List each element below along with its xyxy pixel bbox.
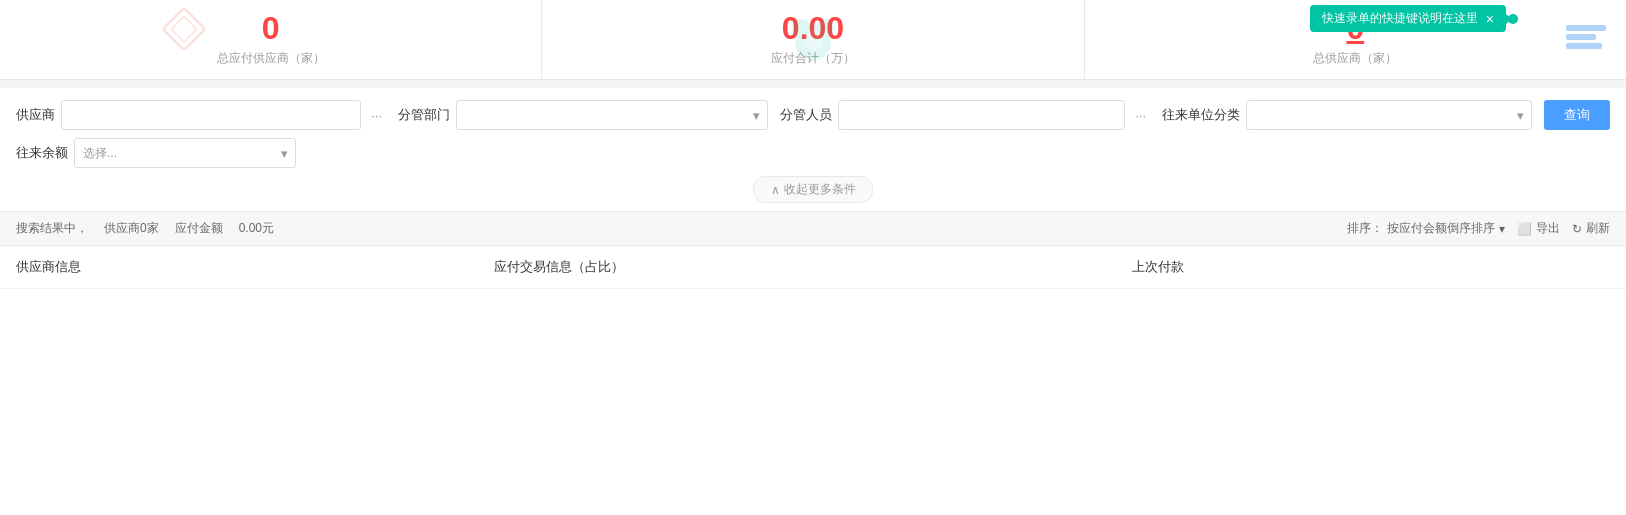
filter-bar: 供应商 ··· 分管部门 ▾ 分管人员 ··· 往来单位分类	[0, 88, 1626, 212]
result-info: 搜索结果中， 供应商0家 应付金额 0.00元	[16, 220, 274, 237]
supplier-dots-btn[interactable]: ···	[367, 108, 386, 123]
result-amount-label: 应付金额	[175, 220, 223, 237]
person-filter: 分管人员 ···	[780, 100, 1150, 130]
collapse-btn[interactable]: ∧ 收起更多条件	[753, 176, 873, 203]
person-dots-btn[interactable]: ···	[1131, 108, 1150, 123]
person-label: 分管人员	[780, 106, 832, 124]
refresh-icon: ↻	[1572, 222, 1582, 236]
sort-label: 排序：	[1347, 220, 1383, 237]
refresh-button[interactable]: ↻ 刷新	[1572, 220, 1610, 237]
filter-row-1: 供应商 ··· 分管部门 ▾ 分管人员 ··· 往来单位分类	[16, 100, 1610, 130]
sort-button[interactable]: 排序： 按应付会额倒序排序 ▾	[1347, 220, 1505, 237]
unit-class-select-wrap[interactable]: ▾	[1246, 100, 1532, 130]
supplier-label: 供应商	[16, 106, 55, 124]
table-body	[0, 289, 1626, 515]
result-amount-value: 0.00元	[239, 220, 274, 237]
result-supplier-count: 供应商0家	[104, 220, 159, 237]
person-input[interactable]	[838, 100, 1125, 130]
balance-select[interactable]: 选择...	[74, 138, 296, 168]
supplier-input[interactable]	[61, 100, 361, 130]
supplier-filter: 供应商 ···	[16, 100, 386, 130]
tooltip-bubble: 快速录单的快捷键说明在这里 ×	[1310, 5, 1506, 32]
result-actions: 排序： 按应付会额倒序排序 ▾ ⬜ 导出 ↻ 刷新	[1347, 220, 1610, 237]
stat-total-payable-suppliers: 0 总应付供应商（家）	[0, 0, 542, 79]
collapse-up-icon: ∧	[771, 183, 780, 197]
dept-label: 分管部门	[398, 106, 450, 124]
dept-select[interactable]	[456, 100, 768, 130]
col-header-supplier: 供应商信息	[16, 258, 494, 276]
dept-filter: 分管部门 ▾	[398, 100, 768, 130]
col-header-lastpay: 上次付款	[1132, 258, 1610, 276]
balance-filter: 往来余额 选择... ▾	[16, 138, 296, 168]
svg-rect-0	[162, 8, 204, 50]
sort-chevron-icon: ▾	[1499, 222, 1505, 236]
svg-point-5	[803, 30, 823, 50]
balance-label: 往来余额	[16, 144, 68, 162]
sort-value: 按应付会额倒序排序	[1387, 220, 1495, 237]
collapse-label: 收起更多条件	[784, 181, 856, 198]
export-label: 导出	[1536, 220, 1560, 237]
total-suppliers-label: 总供应商（家）	[1313, 50, 1397, 67]
export-button[interactable]: ⬜ 导出	[1517, 220, 1560, 237]
result-search-prefix: 搜索结果中，	[16, 220, 88, 237]
table-header: 供应商信息 应付交易信息（占比） 上次付款	[0, 246, 1626, 289]
stat-payable-total: 0.00 应付合计（万）	[542, 0, 1084, 79]
diamond-icon	[157, 2, 212, 57]
filter-row-2: 往来余额 选择... ▾	[16, 138, 1610, 168]
tooltip-close-btn[interactable]: ×	[1486, 12, 1494, 26]
stat-total-suppliers: 快速录单的快捷键说明在这里 × 0 总供应商（家）	[1085, 0, 1626, 79]
total-payable-label: 总应付供应商（家）	[217, 50, 325, 67]
balance-select-wrap[interactable]: 选择... ▾	[74, 138, 296, 168]
tooltip-text: 快速录单的快捷键说明在这里	[1322, 10, 1478, 27]
svg-rect-1	[171, 16, 196, 41]
stats-bar: 0 总应付供应商（家） 0.00 应付合计（万） 快速录单的快捷键说明在这里 ×	[0, 0, 1626, 80]
query-button[interactable]: 查询	[1544, 100, 1610, 130]
refresh-label: 刷新	[1586, 220, 1610, 237]
bear-icon	[783, 10, 843, 70]
unit-class-filter: 往来单位分类 ▾	[1162, 100, 1532, 130]
unit-class-select[interactable]	[1246, 100, 1532, 130]
unit-class-label: 往来单位分类	[1162, 106, 1240, 124]
result-bar: 搜索结果中， 供应商0家 应付金额 0.00元 排序： 按应付会额倒序排序 ▾ …	[0, 212, 1626, 246]
dept-select-wrap[interactable]: ▾	[456, 100, 768, 130]
col-header-transaction: 应付交易信息（占比）	[494, 258, 1132, 276]
export-icon: ⬜	[1517, 222, 1532, 236]
total-payable-number: 0	[262, 12, 280, 44]
lines-icon	[1566, 25, 1606, 55]
